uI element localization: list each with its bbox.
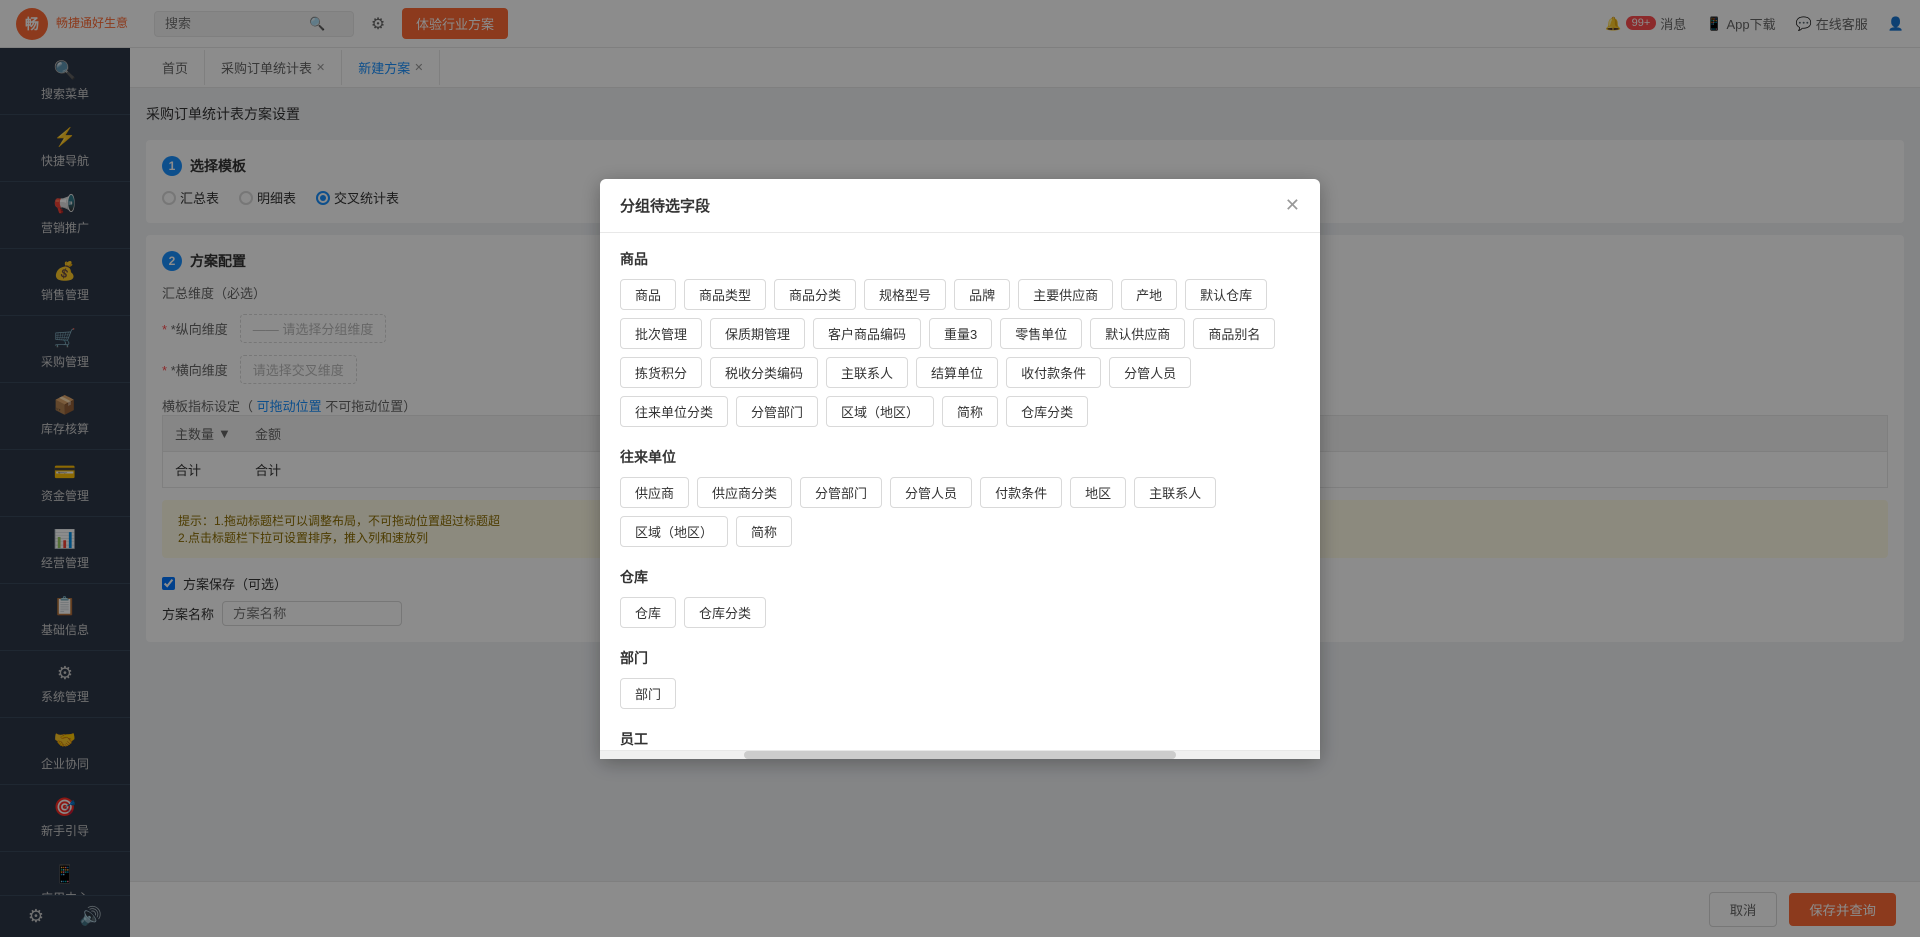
product-field-tags: 商品 商品类型 商品分类 规格型号 品牌 主要供应商 产地 默认仓库 批次管理 … [620, 279, 1300, 427]
field-group-product: 商品 商品 商品类型 商品分类 规格型号 品牌 主要供应商 产地 默认仓库 批次… [620, 249, 1300, 427]
field-tag[interactable]: 仓库 [620, 597, 676, 628]
field-group-partner-title: 往来单位 [620, 447, 1300, 467]
field-group-dept-title: 部门 [620, 648, 1300, 668]
field-tag[interactable]: 主要供应商 [1018, 279, 1113, 310]
partner-field-tags: 供应商 供应商分类 分管部门 分管人员 付款条件 地区 主联系人 区域（地区） … [620, 477, 1300, 547]
dept-field-tags: 部门 [620, 678, 1300, 709]
field-tag[interactable]: 简称 [736, 516, 792, 547]
field-tag[interactable]: 税收分类编码 [710, 357, 818, 388]
field-tag[interactable]: 重量3 [929, 318, 992, 349]
field-tag[interactable]: 部门 [620, 678, 676, 709]
field-tag[interactable]: 分管人员 [890, 477, 972, 508]
field-tag[interactable]: 主联系人 [826, 357, 908, 388]
field-tag[interactable]: 产地 [1121, 279, 1177, 310]
field-group-staff: 员工 业务员 [620, 729, 1300, 750]
field-tag[interactable]: 默认仓库 [1185, 279, 1267, 310]
warehouse-field-tags: 仓库 仓库分类 [620, 597, 1300, 628]
field-tag[interactable]: 区域（地区） [620, 516, 728, 547]
field-tag[interactable]: 批次管理 [620, 318, 702, 349]
field-tag[interactable]: 简称 [942, 396, 998, 427]
field-group-partner: 往来单位 供应商 供应商分类 分管部门 分管人员 付款条件 地区 主联系人 区域… [620, 447, 1300, 547]
modal-header: 分组待选字段 ✕ [600, 179, 1320, 233]
modal-title: 分组待选字段 [620, 195, 710, 216]
field-tag[interactable]: 商品 [620, 279, 676, 310]
field-tag[interactable]: 区域（地区） [826, 396, 934, 427]
field-tag[interactable]: 商品类型 [684, 279, 766, 310]
field-tag[interactable]: 规格型号 [864, 279, 946, 310]
field-tag[interactable]: 收付款条件 [1006, 357, 1101, 388]
field-tag[interactable]: 仓库分类 [684, 597, 766, 628]
field-tag[interactable]: 分管人员 [1109, 357, 1191, 388]
field-tag[interactable]: 默认供应商 [1090, 318, 1185, 349]
field-group-warehouse-title: 仓库 [620, 567, 1300, 587]
modal: 分组待选字段 ✕ 商品 商品 商品类型 商品分类 规格型号 品牌 主要供应商 产… [600, 179, 1320, 759]
scroll-thumb [744, 751, 1176, 759]
field-group-warehouse: 仓库 仓库 仓库分类 [620, 567, 1300, 628]
field-tag[interactable]: 供应商 [620, 477, 689, 508]
field-tag[interactable]: 保质期管理 [710, 318, 805, 349]
modal-close-button[interactable]: ✕ [1285, 195, 1300, 216]
modal-overlay: 分组待选字段 ✕ 商品 商品 商品类型 商品分类 规格型号 品牌 主要供应商 产… [0, 0, 1920, 937]
field-tag[interactable]: 分管部门 [736, 396, 818, 427]
field-tag[interactable]: 仓库分类 [1006, 396, 1088, 427]
field-tag[interactable]: 零售单位 [1000, 318, 1082, 349]
field-tag[interactable]: 分管部门 [800, 477, 882, 508]
field-tag[interactable]: 商品分类 [774, 279, 856, 310]
field-tag[interactable]: 往来单位分类 [620, 396, 728, 427]
field-tag[interactable]: 结算单位 [916, 357, 998, 388]
field-tag[interactable]: 拣货积分 [620, 357, 702, 388]
field-tag[interactable]: 主联系人 [1134, 477, 1216, 508]
modal-body: 商品 商品 商品类型 商品分类 规格型号 品牌 主要供应商 产地 默认仓库 批次… [600, 233, 1320, 750]
field-group-staff-title: 员工 [620, 729, 1300, 749]
field-group-product-title: 商品 [620, 249, 1300, 269]
modal-horizontal-scrollbar[interactable] [600, 750, 1320, 759]
field-tag[interactable]: 供应商分类 [697, 477, 792, 508]
field-tag[interactable]: 付款条件 [980, 477, 1062, 508]
field-tag[interactable]: 商品别名 [1193, 318, 1275, 349]
field-tag[interactable]: 客户商品编码 [813, 318, 921, 349]
field-tag[interactable]: 地区 [1070, 477, 1126, 508]
field-tag[interactable]: 品牌 [954, 279, 1010, 310]
field-group-dept: 部门 部门 [620, 648, 1300, 709]
